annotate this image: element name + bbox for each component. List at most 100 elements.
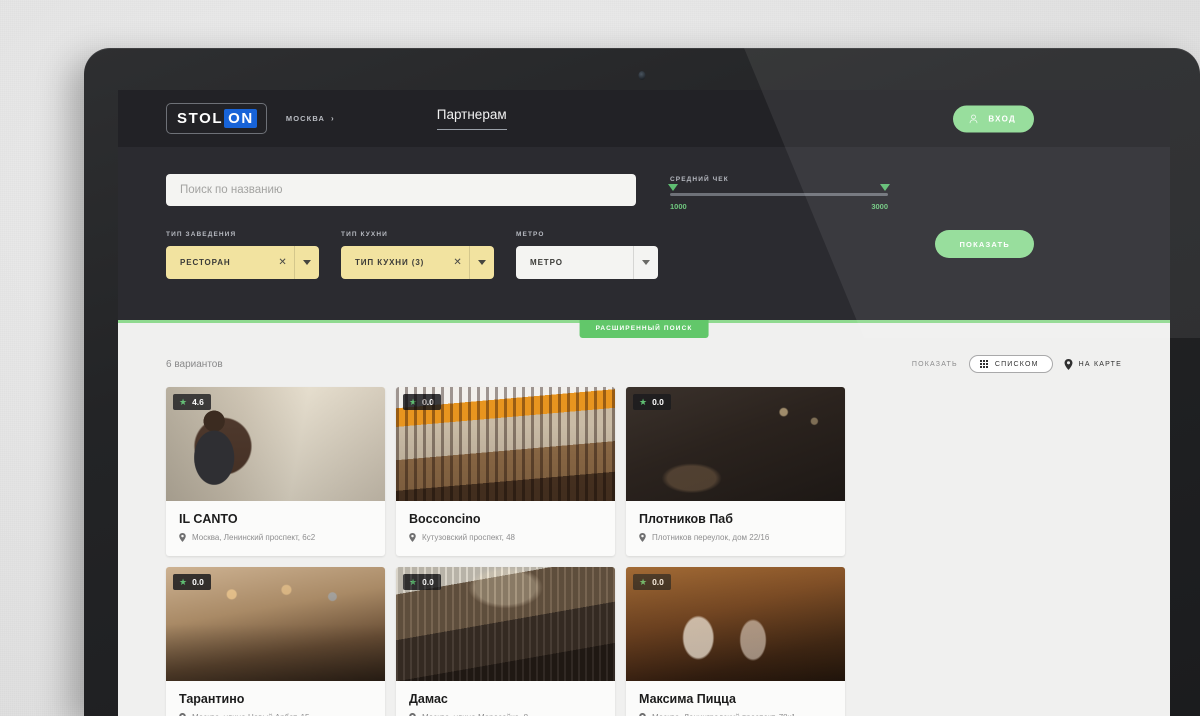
filter-cuisine-type-control[interactable]: ТИП КУХНИ (3) ✕ <box>341 246 494 279</box>
rating-value: 0.0 <box>422 577 434 587</box>
card-address-text: Плотников переулок, дом 22/16 <box>652 533 770 542</box>
card-photo: ★ 0.0 <box>396 567 615 681</box>
search-row: СРЕДНИЙ ЧЕК 1000 3000 <box>166 174 1122 211</box>
restaurant-card[interactable]: ★ 0.0 Bocconcino Кутузовский проспект, 4… <box>396 387 615 556</box>
restaurant-card[interactable]: ★ 0.0 Плотников Паб Плотников переулок, … <box>626 387 845 556</box>
filter-venue-type-label: ТИП ЗАВЕДЕНИЯ <box>166 231 237 238</box>
grid-icon <box>979 360 988 368</box>
restaurant-cards-grid: ★ 4.6 IL CANTO Москва, Ленинский проспек… <box>166 387 1122 716</box>
filter-venue-type-control[interactable]: РЕСТОРАН ✕ <box>166 246 319 279</box>
star-icon: ★ <box>639 576 648 587</box>
card-body: Дамас Москва, улица Маросейка, 8 <box>396 681 615 716</box>
results-section: 6 вариантов ПОКАЗАТЬ СПИСКОМ НА КАРТЕ ★ … <box>118 323 1170 716</box>
results-count: 6 вариантов <box>166 358 223 370</box>
extended-search-tab[interactable]: РАСШИРЕННЫЙ ПОИСК <box>579 320 709 338</box>
average-check-label: СРЕДНИЙ ЧЕК <box>670 176 729 183</box>
card-address: Кутузовский проспект, 48 <box>409 533 602 542</box>
filter-metro-value: МЕТРО <box>530 258 563 267</box>
card-body: Плотников Паб Плотников переулок, дом 22… <box>626 501 845 556</box>
star-icon: ★ <box>179 576 188 587</box>
logo-text-accent: ON <box>224 109 257 128</box>
view-toggle: ПОКАЗАТЬ СПИСКОМ НА КАРТЕ <box>912 355 1122 373</box>
slider-handle-min[interactable] <box>668 184 678 191</box>
slider-handle-max[interactable] <box>880 184 890 191</box>
city-label: МОСКВА <box>285 114 325 123</box>
header-section: STOL ON МОСКВА › Партнерам ВХОД Поиск по… <box>118 90 1170 320</box>
card-title: Тарантино <box>179 692 245 706</box>
view-list-label: СПИСКОМ <box>994 360 1039 368</box>
rating-value: 0.0 <box>652 577 664 587</box>
map-pin-icon <box>409 533 416 542</box>
clear-icon[interactable]: ✕ <box>272 257 294 268</box>
card-photo: ★ 4.6 <box>166 387 385 501</box>
restaurant-card[interactable]: ★ 0.0 Максима Пицца Москва, Ленинградски… <box>626 567 845 716</box>
slider-min-value: 1000 <box>670 202 687 211</box>
filter-cuisine-type-value: ТИП КУХНИ (3) <box>355 258 425 267</box>
star-icon: ★ <box>639 396 648 407</box>
card-title: Дамас <box>409 692 448 706</box>
restaurant-card[interactable]: ★ 0.0 Тарантино Москва, улица Новый Арба… <box>166 567 385 716</box>
search-panel: СРЕДНИЙ ЧЕК 1000 3000 ТИП ЗАВЕДЕНИЯ <box>118 147 1170 279</box>
average-check-slider[interactable]: СРЕДНИЙ ЧЕК 1000 3000 <box>668 174 890 211</box>
slider-max-value: 3000 <box>871 202 888 211</box>
filter-metro-label: МЕТРО <box>516 231 545 238</box>
restaurant-card[interactable]: ★ 0.0 Дамас Москва, улица Маросейка, 8 <box>396 567 615 716</box>
card-title: IL CANTO <box>179 512 238 526</box>
city-selector[interactable]: МОСКВА › <box>286 114 335 123</box>
chevron-down-icon[interactable] <box>295 260 319 265</box>
slider-values: 1000 3000 <box>670 202 888 211</box>
rating-value: 0.0 <box>422 397 434 407</box>
user-icon <box>969 114 978 123</box>
view-toggle-label: ПОКАЗАТЬ <box>911 360 958 368</box>
login-button-label: ВХОД <box>988 114 1016 123</box>
card-body: Тарантино Москва, улица Новый Арбат, 15 <box>166 681 385 716</box>
device-screen: STOL ON МОСКВА › Партнерам ВХОД Поиск по… <box>118 90 1170 716</box>
rating-badge: ★ 0.0 <box>403 394 441 410</box>
restaurant-card[interactable]: ★ 4.6 IL CANTO Москва, Ленинский проспек… <box>166 387 385 556</box>
rating-value: 0.0 <box>192 577 204 587</box>
star-icon: ★ <box>179 396 188 407</box>
star-icon: ★ <box>409 576 418 587</box>
card-photo: ★ 0.0 <box>166 567 385 681</box>
tablet-device-frame: STOL ON МОСКВА › Партнерам ВХОД Поиск по… <box>84 48 1200 716</box>
rating-value: 0.0 <box>652 397 664 407</box>
card-title: Bocconcino <box>409 512 481 526</box>
filter-metro-control[interactable]: МЕТРО <box>516 246 658 279</box>
filter-metro: МЕТРО МЕТРО <box>516 231 658 279</box>
rating-badge: ★ 4.6 <box>173 394 211 410</box>
show-results-button[interactable]: ПОКАЗАТЬ <box>935 230 1034 258</box>
chevron-down-icon[interactable] <box>634 260 658 265</box>
map-pin-icon <box>179 533 186 542</box>
navbar: STOL ON МОСКВА › Партнерам ВХОД <box>118 90 1170 147</box>
filter-cuisine-type-label: ТИП КУХНИ <box>341 231 388 238</box>
view-map-button[interactable]: НА КАРТЕ <box>1064 358 1122 370</box>
front-camera-icon <box>638 71 646 80</box>
filter-venue-type: ТИП ЗАВЕДЕНИЯ РЕСТОРАН ✕ <box>166 231 319 279</box>
slider-track[interactable] <box>668 184 890 196</box>
view-map-label: НА КАРТЕ <box>1078 360 1122 368</box>
card-title: Максима Пицца <box>639 692 736 706</box>
card-photo: ★ 0.0 <box>396 387 615 501</box>
card-photo: ★ 0.0 <box>626 567 845 681</box>
login-button[interactable]: ВХОД <box>953 105 1034 132</box>
card-title: Плотников Паб <box>639 512 733 526</box>
card-address-text: Кутузовский проспект, 48 <box>422 533 515 542</box>
rating-value: 4.6 <box>192 397 204 407</box>
map-pin-icon <box>639 533 646 542</box>
view-list-button[interactable]: СПИСКОМ <box>968 355 1053 373</box>
card-body: Максима Пицца Москва, Ленинградский прос… <box>626 681 845 716</box>
rating-badge: ★ 0.0 <box>403 574 441 590</box>
rating-badge: ★ 0.0 <box>173 574 211 590</box>
clear-icon[interactable]: ✕ <box>447 257 469 268</box>
nav-link-partners[interactable]: Партнерам <box>436 107 507 130</box>
card-address: Плотников переулок, дом 22/16 <box>639 533 832 542</box>
search-input[interactable] <box>166 174 636 206</box>
chevron-down-icon[interactable] <box>470 260 494 265</box>
rating-badge: ★ 0.0 <box>633 574 671 590</box>
card-body: Bocconcino Кутузовский проспект, 48 <box>396 501 615 556</box>
logo-text-primary: STOL <box>177 110 224 127</box>
logo[interactable]: STOL ON <box>166 103 267 134</box>
card-body: IL CANTO Москва, Ленинский проспект, 6с2 <box>166 501 385 556</box>
map-pin-icon <box>1064 358 1073 370</box>
star-icon: ★ <box>409 396 418 407</box>
